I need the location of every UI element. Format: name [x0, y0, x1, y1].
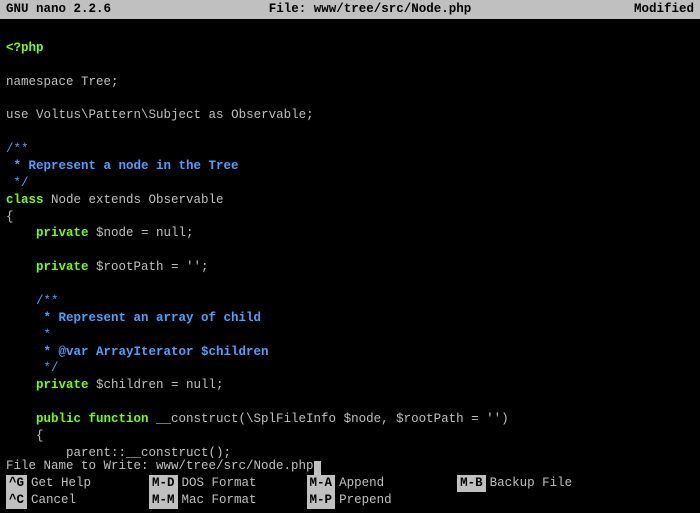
modified-badge: Modified	[574, 1, 694, 18]
shortcut-cancel[interactable]: ^C Cancel	[6, 492, 109, 509]
shortcut-row: ^G Get Help M-D DOS Format M-A Append M-…	[6, 475, 694, 492]
code-line: parent::__construct();	[6, 446, 231, 459]
shortcut-key: ^C	[6, 492, 27, 509]
prompt-input-value[interactable]: www/tree/src/Node.php	[156, 459, 314, 473]
shortcut-key: M-B	[457, 475, 486, 492]
shortcut-dos-format[interactable]: M-D DOS Format	[149, 475, 267, 492]
code-line: * Represent a node in the Tree	[6, 159, 239, 173]
shortcut-bar: ^G Get Help M-D DOS Format M-A Append M-…	[0, 475, 700, 513]
shortcut-key: M-P	[307, 492, 336, 509]
code-line: {	[6, 429, 44, 443]
shortcut-label: Prepend	[335, 492, 417, 509]
shortcut-label: Append	[335, 475, 417, 492]
write-prompt[interactable]: File Name to Write: www/tree/src/Node.ph…	[0, 458, 700, 475]
shortcut-row: ^C Cancel M-M Mac Format M-P Prepend	[6, 492, 694, 509]
code-line: */	[6, 361, 59, 375]
prompt-label: File Name to Write:	[6, 459, 156, 473]
code-line: /**	[6, 142, 29, 156]
code-line: * @var ArrayIterator $children	[6, 345, 269, 359]
shortcut-get-help[interactable]: ^G Get Help	[6, 475, 109, 492]
shortcut-label: Mac Format	[178, 492, 267, 509]
code-line: namespace Tree;	[6, 75, 119, 89]
shortcut-prepend[interactable]: M-P Prepend	[307, 492, 418, 509]
code-line: private $rootPath = '';	[6, 260, 209, 274]
nano-editor: GNU nano 2.2.6 File: www/tree/src/Node.p…	[0, 0, 700, 513]
shortcut-mac-format[interactable]: M-M Mac Format	[149, 492, 267, 509]
shortcut-key: ^G	[6, 475, 27, 492]
text-cursor	[314, 461, 321, 475]
shortcut-label: Get Help	[27, 475, 109, 492]
code-line: public function __construct(\SplFileInfo…	[6, 412, 509, 426]
shortcut-label: Backup File	[486, 475, 583, 492]
code-line: use Voltus\Pattern\Subject as Observable…	[6, 108, 314, 122]
shortcut-key: M-D	[149, 475, 178, 492]
file-path: File: www/tree/src/Node.php	[166, 1, 574, 18]
shortcut-label: Cancel	[27, 492, 109, 509]
code-line: private $node = null;	[6, 226, 194, 240]
code-line: class Node extends Observable	[6, 193, 224, 207]
title-bar: GNU nano 2.2.6 File: www/tree/src/Node.p…	[0, 0, 700, 19]
editor-viewport[interactable]: <?php namespace Tree; use Voltus\Pattern…	[0, 19, 700, 459]
shortcut-key: M-M	[149, 492, 178, 509]
app-version: GNU nano 2.2.6	[6, 1, 166, 18]
shortcut-backup-file[interactable]: M-B Backup File	[457, 475, 582, 492]
code-line: private $children = null;	[6, 378, 224, 392]
shortcut-append[interactable]: M-A Append	[307, 475, 418, 492]
shortcut-label: DOS Format	[178, 475, 267, 492]
code-line: *	[6, 328, 51, 342]
code-line: {	[6, 210, 14, 224]
code-line: <?php	[6, 41, 44, 55]
code-line: * Represent an array of child	[6, 311, 261, 325]
shortcut-key: M-A	[307, 475, 336, 492]
code-line: */	[6, 176, 29, 190]
code-line: /**	[6, 294, 59, 308]
